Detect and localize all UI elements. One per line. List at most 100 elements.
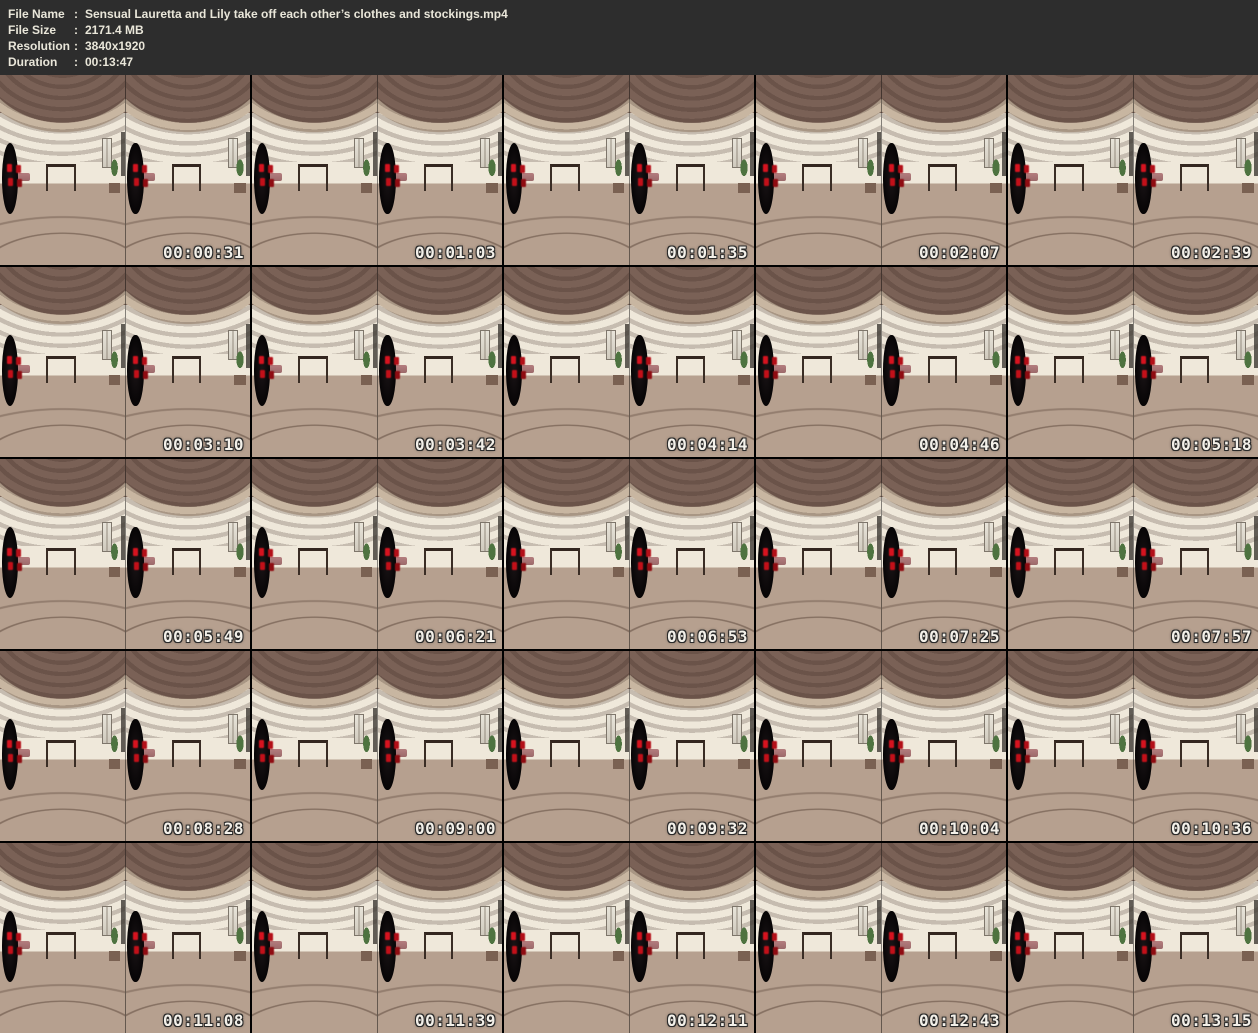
vr-logo-oval [758,143,774,213]
table-shape [550,740,580,767]
plant-shape [361,157,372,193]
vr-logo-led-icon [1141,932,1146,940]
wardrobe-shape [750,516,754,560]
wardrobe-shape [625,324,629,368]
vr-logo-led-icon [7,740,12,748]
plant-shape [361,925,372,961]
wardrobe-shape [877,132,881,176]
plant-shape [1117,733,1128,769]
wardrobe-shape [750,132,754,176]
vr-logo-oval [1135,911,1151,981]
vr-logo-oval [1010,911,1026,981]
duration-row: Duration:00:13:47 [8,54,1258,70]
wardrobe-shape [1254,324,1258,368]
vr-logo-oval [2,143,18,213]
plant-shape [109,157,120,193]
vr-logo-oval [127,527,143,597]
wardrobe-shape [750,324,754,368]
left-eye-frame [1008,651,1134,841]
video-thumbnail: 00:10:36 [1008,651,1258,841]
field-label: Resolution [8,38,74,54]
floor-seams [0,564,125,650]
video-thumbnail: 00:01:03 [252,75,502,265]
field-separator: : [74,38,78,54]
floor-seams [252,180,377,266]
vr-logo-led-icon [385,356,390,364]
file-size-value: 2171.4 MB [85,23,144,37]
plant-shape [1242,157,1253,193]
video-thumbnail: 00:06:53 [504,459,754,649]
right-eye-frame [1134,267,1258,457]
timestamp-overlay: 00:13:15 [1171,1011,1252,1030]
plant-shape [234,157,245,193]
file-name-row: File Name:Sensual Lauretta and Lily take… [8,6,1258,22]
video-thumbnail: 00:07:57 [1008,459,1258,649]
plant-shape [109,349,120,385]
wardrobe-shape [1129,324,1133,368]
vr-logo-oval [506,911,522,981]
vr-logo-oval [1010,719,1026,789]
field-separator: : [74,54,78,70]
wardrobe-shape [1129,516,1133,560]
plant-shape [109,925,120,961]
vr-logo-led-icon [511,548,516,556]
right-eye-frame [630,75,755,265]
table-shape [172,164,202,191]
left-eye-frame [504,651,630,841]
floor-seams [1008,948,1133,1033]
vr-logo-led-icon [259,740,264,748]
vr-logo-led-icon [763,548,768,556]
wardrobe-shape [1129,132,1133,176]
timestamp-overlay: 00:12:43 [919,1011,1000,1030]
plant-shape [738,349,749,385]
plant-shape [990,733,1001,769]
vr-logo-oval [254,335,270,405]
video-thumbnail: 00:02:07 [756,75,1006,265]
right-eye-frame [378,267,503,457]
video-thumbnail: 00:10:04 [756,651,1006,841]
floor-seams [1008,180,1133,266]
plant-shape [865,157,876,193]
table-shape [424,740,454,767]
table-shape [46,356,76,383]
vr-logo-oval [883,143,899,213]
wardrobe-shape [246,132,250,176]
timestamp-overlay: 00:03:10 [163,435,244,454]
right-eye-frame [1134,651,1258,841]
wardrobe-shape [1254,708,1258,752]
vr-logo-led-icon [1141,356,1146,364]
table-shape [928,932,958,959]
video-thumbnail: 00:09:00 [252,651,502,841]
plant-shape [486,157,497,193]
vr-logo-led-icon [7,356,12,364]
vr-logo-oval [1135,527,1151,597]
table-shape [802,356,832,383]
vr-logo-led-icon [637,932,642,940]
wardrobe-shape [1002,708,1006,752]
vr-logo-led-icon [637,548,642,556]
table-shape [928,356,958,383]
wardrobe-shape [877,900,881,944]
thumbnail-grid: 00:00:3100:01:0300:01:3500:02:0700:02:39… [0,75,1258,1033]
floor-seams [504,564,629,650]
wardrobe-shape [246,516,250,560]
floor-seams [504,180,629,266]
vr-logo-led-icon [133,740,138,748]
plant-shape [234,349,245,385]
right-eye-frame [126,459,251,649]
vr-logo-oval [2,335,18,405]
vr-logo-led-icon [7,932,12,940]
table-shape [928,164,958,191]
wardrobe-shape [1254,132,1258,176]
vr-logo-led-icon [1141,548,1146,556]
vr-logo-oval [506,335,522,405]
wardrobe-shape [625,708,629,752]
left-eye-frame [1008,267,1134,457]
left-eye-frame [0,267,126,457]
vr-logo-oval [758,719,774,789]
vr-logo-led-icon [133,548,138,556]
table-shape [298,548,328,575]
vr-logo-oval [506,719,522,789]
plant-shape [486,541,497,577]
video-thumbnail: 00:09:32 [504,651,754,841]
